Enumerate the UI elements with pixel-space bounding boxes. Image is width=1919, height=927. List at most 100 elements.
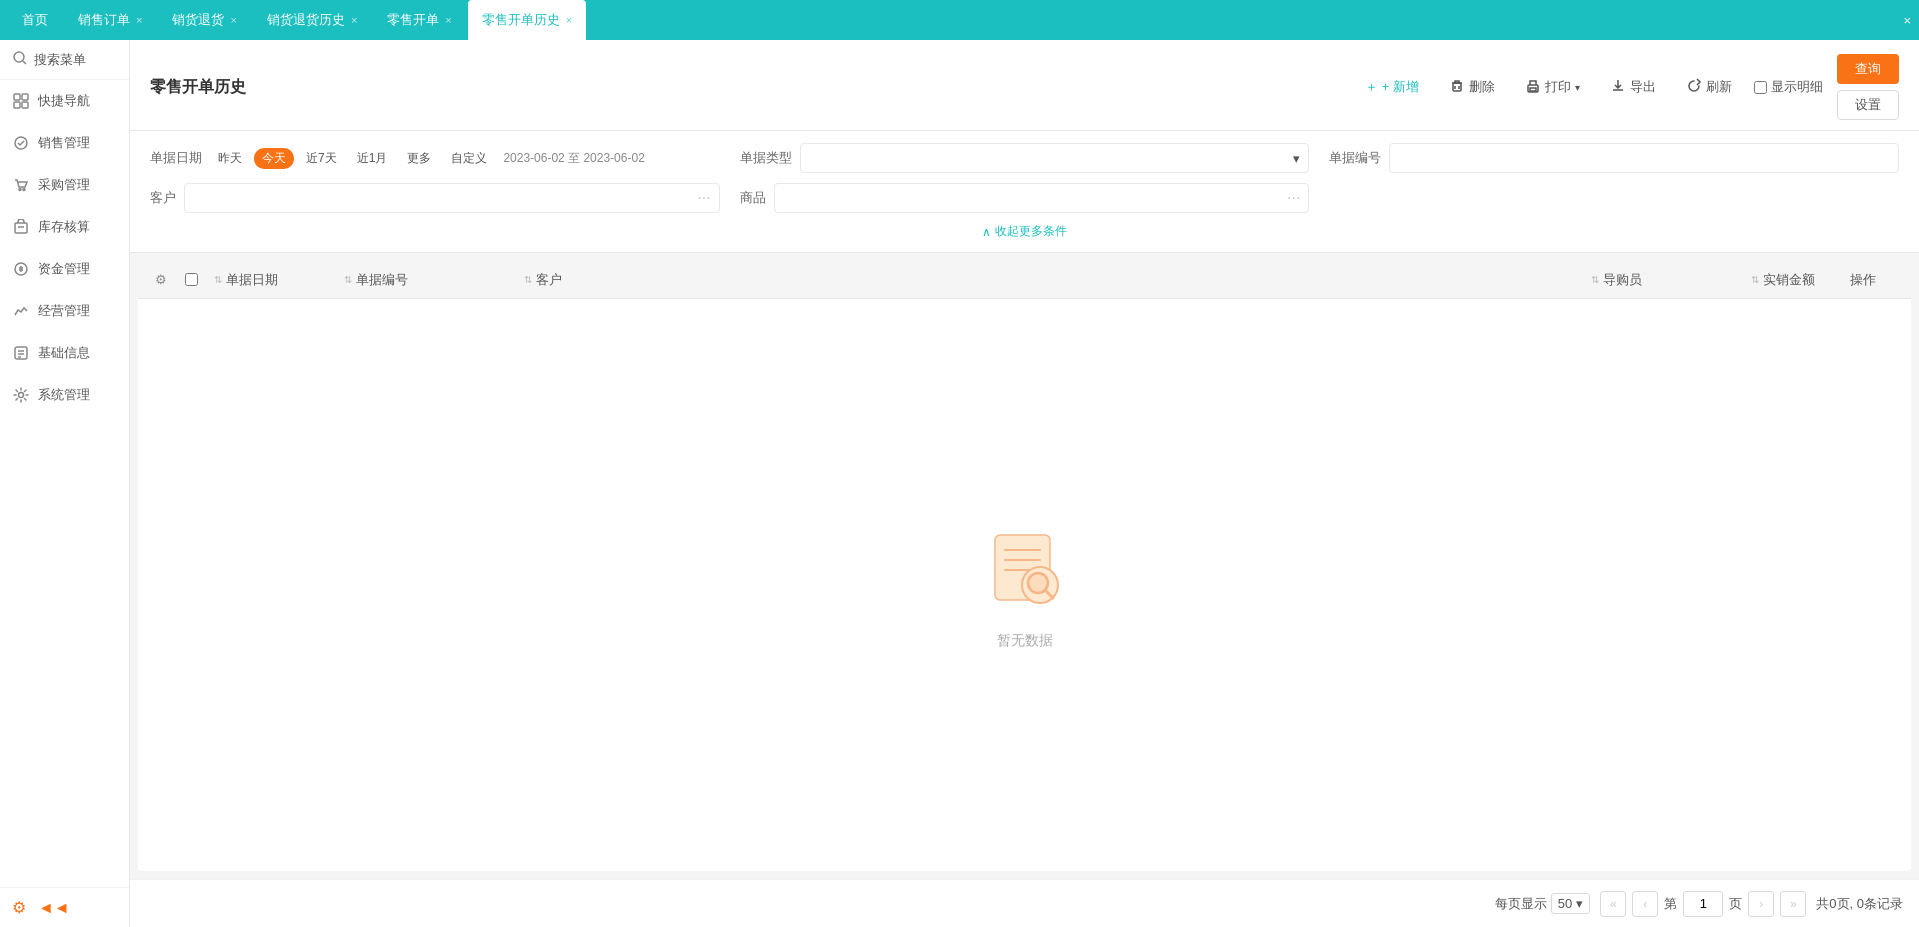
svg-point-16 — [19, 393, 24, 398]
first-page-btn[interactable]: « — [1600, 891, 1626, 917]
svg-point-29 — [1028, 573, 1048, 593]
tab-home[interactable]: 首页 — [8, 0, 62, 40]
customer-filter-label: 客户 — [150, 189, 176, 207]
tab-retail-open[interactable]: 零售开单 × — [373, 0, 465, 40]
sidebar-item-quick-nav[interactable]: 快捷导航 — [0, 80, 129, 122]
filter-num: 单据编号 — [1329, 143, 1899, 173]
th-date[interactable]: ⇅ 单据日期 — [206, 271, 336, 289]
page-number-input[interactable] — [1683, 891, 1723, 917]
svg-point-0 — [14, 52, 24, 62]
toolbar: ＋ + 新增 删除 — [1357, 54, 1899, 120]
export-icon — [1610, 78, 1626, 97]
select-all-checkbox[interactable] — [176, 273, 206, 286]
new-button[interactable]: ＋ + 新增 — [1357, 74, 1427, 100]
svg-point-8 — [23, 189, 25, 191]
sort-amount-icon: ⇅ — [1751, 274, 1759, 285]
page-header: 零售开单历史 ＋ + 新增 — [130, 40, 1919, 131]
show-detail-check[interactable] — [1754, 81, 1767, 94]
show-detail-checkbox[interactable]: 显示明细 — [1754, 78, 1823, 96]
tab-retail-history[interactable]: 零售开单历史 × — [468, 0, 586, 40]
num-input[interactable] — [1389, 143, 1899, 173]
print-button[interactable]: 打印 ▾ — [1517, 74, 1588, 101]
system-icon — [12, 386, 30, 404]
per-page-select[interactable]: 50 ▾ — [1551, 893, 1590, 914]
date-opt-1month[interactable]: 近1月 — [349, 148, 396, 169]
tab-sales-return[interactable]: 销货退货 × — [158, 0, 250, 40]
sidebar-item-base-info[interactable]: 基础信息 — [0, 332, 129, 374]
customer-select[interactable]: ··· — [184, 183, 720, 213]
th-guide[interactable]: ⇅ 导购员 — [1583, 271, 1703, 289]
collapse-filter-btn[interactable]: ∧ 收起更多条件 — [150, 223, 1899, 240]
th-amount[interactable]: ⇅ 实销金额 — [1703, 271, 1823, 289]
filter-product: 商品 ··· — [740, 183, 1310, 213]
sidebar-search[interactable]: 搜索菜单 — [0, 40, 129, 80]
sidebar: 搜索菜单 快捷导航 销售管理 — [0, 40, 130, 927]
th-num[interactable]: ⇅ 单据编号 — [336, 271, 516, 289]
per-page-dropdown-icon: ▾ — [1576, 896, 1583, 911]
filter-area: 单据日期 昨天 今天 近7天 近1月 更多 自定义 2023-06-02 至 2… — [130, 131, 1919, 253]
filter-customer: 客户 ··· — [150, 183, 720, 213]
svg-rect-4 — [14, 102, 20, 108]
filter-type: 单据类型 ▾ — [740, 143, 1310, 173]
close-tab-sales-return[interactable]: × — [230, 14, 236, 26]
empty-state: 暂无数据 — [138, 299, 1911, 871]
delete-button[interactable]: 删除 — [1441, 74, 1503, 101]
type-select[interactable]: ▾ — [800, 143, 1310, 173]
tab-sales-return-history[interactable]: 销货退货历史 × — [253, 0, 371, 40]
date-opt-custom[interactable]: 自定义 — [443, 148, 495, 169]
table-area: ⚙ ⇅ 单据日期 ⇅ 单据编号 ⇅ 客户 ⇅ 导购员 — [138, 261, 1911, 871]
sort-date-icon: ⇅ — [214, 274, 222, 285]
sidebar-item-sys-mgmt[interactable]: 系统管理 — [0, 374, 129, 416]
date-opt-today[interactable]: 今天 — [254, 148, 294, 169]
filter-row-1: 单据日期 昨天 今天 近7天 近1月 更多 自定义 2023-06-02 至 2… — [150, 143, 1899, 173]
delete-icon — [1449, 78, 1465, 97]
page-title: 零售开单历史 — [150, 77, 246, 98]
date-opt-more[interactable]: 更多 — [399, 148, 439, 169]
pagination: 每页显示 50 ▾ « ‹ 第 页 › » 共0页, 0条记录 — [130, 879, 1919, 927]
next-page-btn[interactable]: › — [1748, 891, 1774, 917]
sidebar-item-finance[interactable]: 资金管理 — [0, 248, 129, 290]
sidebar-item-purchase-mgmt[interactable]: 采购管理 — [0, 164, 129, 206]
close-tab-retail-history[interactable]: × — [566, 14, 572, 26]
total-records: 共0页, 0条记录 — [1816, 895, 1903, 913]
settings-gear-icon[interactable]: ⚙ — [12, 898, 26, 917]
sort-num-icon: ⇅ — [344, 274, 352, 285]
content-area: 零售开单历史 ＋ + 新增 — [130, 40, 1919, 927]
last-page-btn[interactable]: » — [1780, 891, 1806, 917]
new-icon: ＋ — [1365, 78, 1378, 96]
close-tab-retail-open[interactable]: × — [445, 14, 451, 26]
filter-date: 单据日期 昨天 今天 近7天 近1月 更多 自定义 2023-06-02 至 2… — [150, 148, 720, 169]
print-dropdown-icon[interactable]: ▾ — [1575, 82, 1580, 93]
sidebar-item-inventory[interactable]: 库存核算 — [0, 206, 129, 248]
close-tab-sales-return-history[interactable]: × — [351, 14, 357, 26]
inventory-icon — [12, 218, 30, 236]
nav-icon — [12, 92, 30, 110]
type-filter-label: 单据类型 — [740, 149, 792, 167]
search-icon — [12, 50, 28, 69]
sidebar-item-sales-mgmt[interactable]: 销售管理 — [0, 122, 129, 164]
empty-text: 暂无数据 — [997, 632, 1053, 650]
product-select[interactable]: ··· — [774, 183, 1310, 213]
sidebar-item-operations[interactable]: 经营管理 — [0, 290, 129, 332]
export-button[interactable]: 导出 — [1602, 74, 1664, 101]
svg-point-7 — [19, 189, 21, 191]
settings-button[interactable]: 设置 — [1837, 90, 1899, 120]
date-opt-yesterday[interactable]: 昨天 — [210, 148, 250, 169]
close-tab-sales-order[interactable]: × — [136, 14, 142, 26]
svg-rect-3 — [22, 94, 28, 100]
tab-sales-order[interactable]: 销售订单 × — [64, 0, 156, 40]
date-opt-7days[interactable]: 近7天 — [298, 148, 345, 169]
query-button[interactable]: 查询 — [1837, 54, 1899, 84]
svg-line-1 — [23, 61, 26, 64]
close-all-btn[interactable]: × — [1903, 13, 1911, 28]
sidebar-bottom: ⚙ ◄◄ — [0, 887, 129, 927]
print-icon — [1525, 78, 1541, 97]
column-settings-icon[interactable]: ⚙ — [146, 272, 176, 287]
collapse-sidebar-icon[interactable]: ◄◄ — [38, 899, 70, 917]
base-info-icon — [12, 344, 30, 362]
svg-rect-17 — [1453, 83, 1461, 91]
refresh-button[interactable]: 刷新 — [1678, 74, 1740, 101]
prev-page-btn[interactable]: ‹ — [1632, 891, 1658, 917]
svg-rect-9 — [15, 223, 27, 233]
th-customer[interactable]: ⇅ 客户 — [516, 271, 1583, 289]
